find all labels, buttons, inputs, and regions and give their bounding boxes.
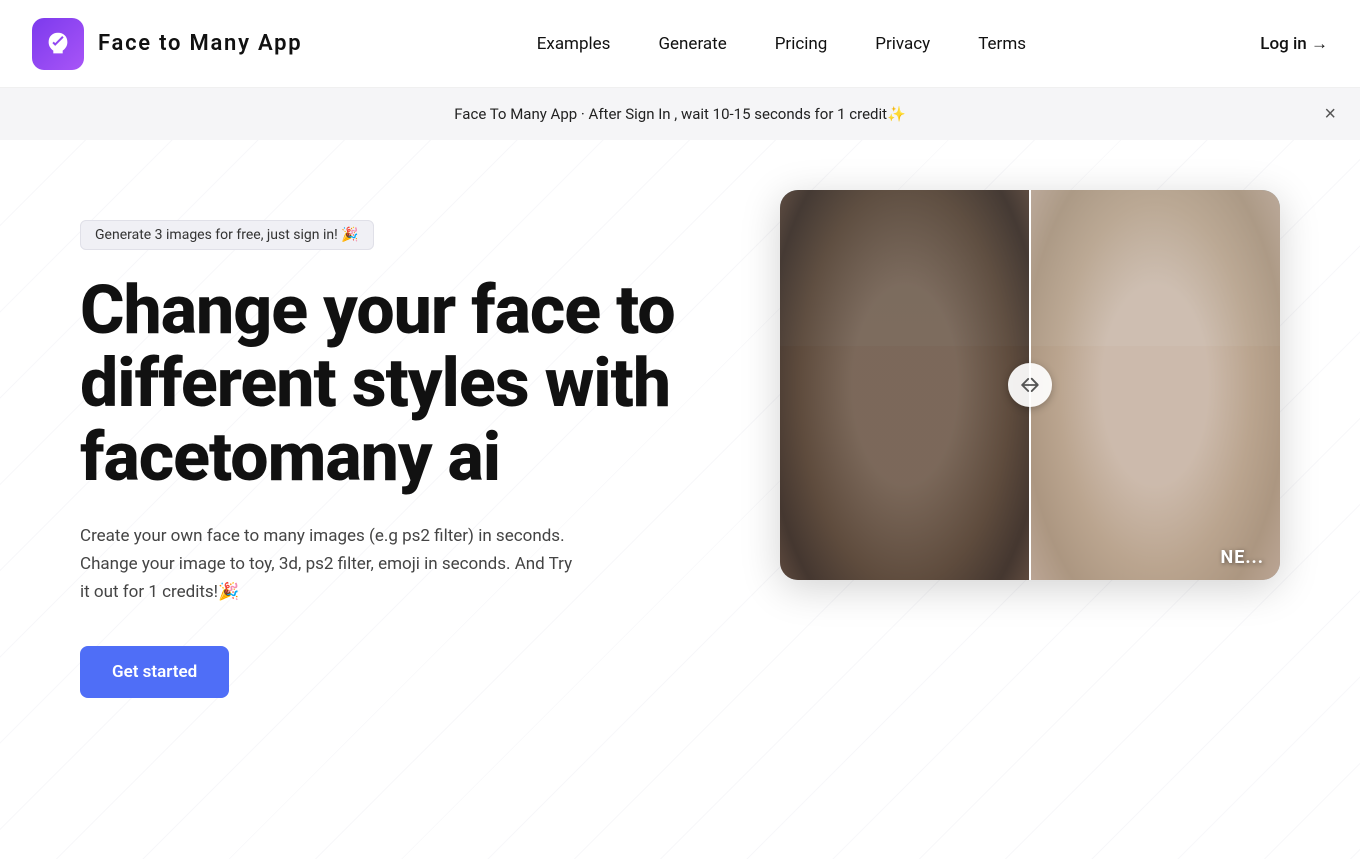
- hero-subtitle: Create your own face to many images (e.g…: [80, 522, 580, 606]
- logo-link[interactable]: Face to Many App: [32, 18, 302, 70]
- image-bottom-text: NE...: [1221, 547, 1265, 568]
- nav-terms[interactable]: Terms: [978, 34, 1026, 54]
- nav-links: Examples Generate Pricing Privacy Terms: [537, 34, 1026, 54]
- login-link[interactable]: Log in →: [1260, 34, 1328, 54]
- get-started-button[interactable]: Get started: [80, 646, 229, 698]
- banner-text: Face To Many App · After Sign In , wait …: [454, 105, 905, 123]
- announcement-banner: Face To Many App · After Sign In , wait …: [0, 88, 1360, 140]
- logo-text: Face to Many App: [98, 31, 302, 56]
- nav-privacy[interactable]: Privacy: [875, 34, 930, 54]
- logo-icon: [32, 18, 84, 70]
- face-right-panel: [1030, 190, 1280, 580]
- banner-close-button[interactable]: ×: [1324, 104, 1336, 124]
- navbar: Face to Many App Examples Generate Prici…: [0, 0, 1360, 88]
- face-left-panel: [780, 190, 1030, 580]
- nav-generate[interactable]: Generate: [658, 34, 726, 54]
- hero-badge: Generate 3 images for free, just sign in…: [80, 220, 374, 250]
- hero-image-container: NE...: [740, 190, 1280, 580]
- logo-svg: [43, 29, 73, 59]
- hero-content: Generate 3 images for free, just sign in…: [80, 200, 740, 698]
- nav-examples[interactable]: Examples: [537, 34, 611, 54]
- compare-handle[interactable]: [1008, 363, 1052, 407]
- hero-title: Change your face to different styles wit…: [80, 274, 740, 494]
- hero-section: Generate 3 images for free, just sign in…: [0, 140, 1360, 859]
- image-compare: NE...: [780, 190, 1280, 580]
- compare-arrows-icon: [1019, 374, 1041, 396]
- nav-pricing[interactable]: Pricing: [775, 34, 828, 54]
